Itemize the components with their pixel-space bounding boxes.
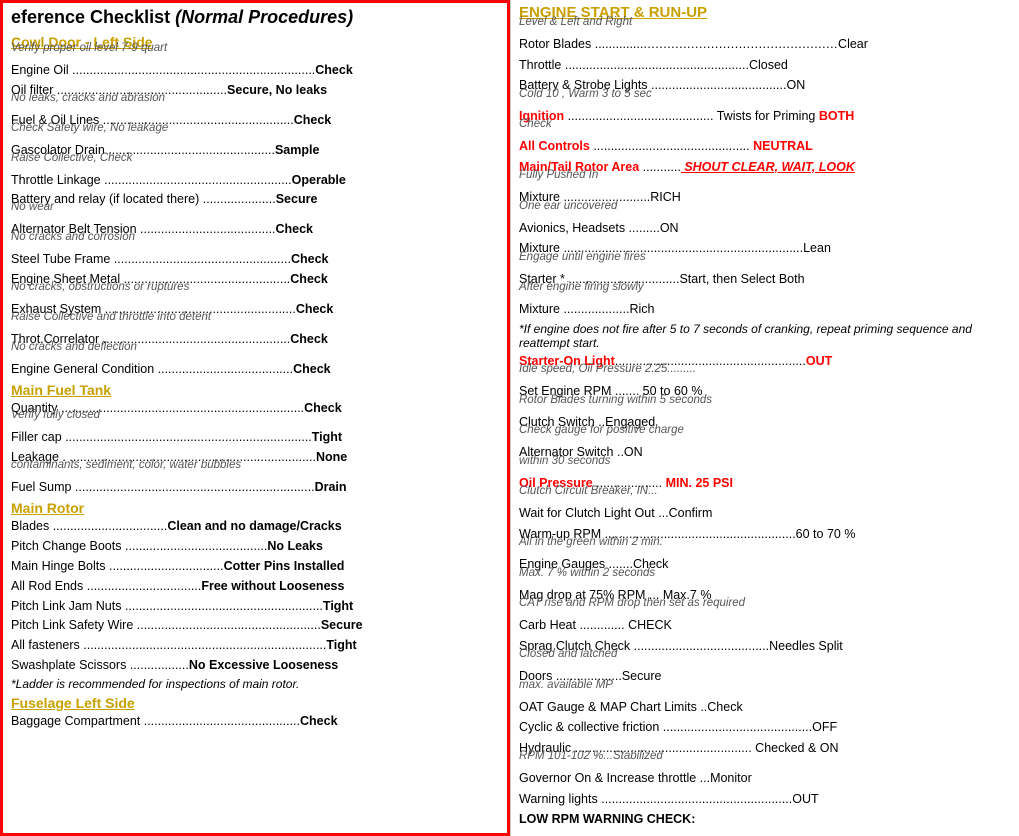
- list-item: max. available MP OAT Gauge & MAP Chart …: [519, 689, 1011, 717]
- item-note: Idle speed, Oil Pressure 2.25.........: [519, 363, 696, 375]
- item-note: No leaks, cracks and abrasion: [11, 92, 165, 104]
- list-item: All Rod Ends ...........................…: [11, 578, 499, 595]
- item-note: Raise Collective and throttle into deten…: [11, 311, 211, 323]
- ladder-note: *Ladder is recommended for inspections o…: [11, 677, 499, 691]
- list-item: Pitch Link Safety Wire .................…: [11, 617, 499, 634]
- item-note: Clutch Circuit Breaker, IN...: [519, 485, 658, 497]
- page-title: eference Checklist (Normal Procedures): [11, 7, 499, 28]
- list-item: All fasteners ..........................…: [11, 637, 499, 654]
- list-item: Raise Collective, Check Throttle Linkage…: [11, 162, 499, 189]
- item-note: Cold 10 , Warm 3 to 5 sec: [519, 88, 652, 100]
- engine-note: *If engine does not fire after 5 to 7 se…: [519, 322, 1011, 350]
- item-note: Check: [519, 118, 552, 130]
- item-note: Max. 7 % within 2 seconds: [519, 567, 655, 579]
- item-note: After engine firing slowly: [519, 281, 644, 293]
- item-note: Verify fully closed: [11, 409, 100, 421]
- item-note: All in the green within 2 min.: [519, 536, 663, 548]
- section-fuselage: Fuselage Left Side: [11, 695, 499, 711]
- list-item: Pitch Change Boots .....................…: [11, 538, 499, 555]
- item-note: Verify proper oil level 7-9 quart: [11, 42, 167, 54]
- item-note: No cracks and corrosion: [11, 231, 135, 243]
- list-item: CAT rise and RPM drop then set as requir…: [519, 607, 1011, 635]
- item-note: Closed and latched: [519, 648, 617, 660]
- item-note: CAT rise and RPM drop then set as requir…: [519, 597, 745, 609]
- cowl-door-items: Verify proper oil level 7-9 quart Engine…: [11, 52, 499, 378]
- item-note: Level & Left and Right: [519, 16, 632, 28]
- item-note: max. available MP: [519, 679, 613, 691]
- right-panel: ENGINE START & RUN-UP Level & Left and R…: [510, 0, 1019, 836]
- list-item: One ear uncovered Avionics, Headsets ...…: [519, 210, 1011, 238]
- fuselage-items: Baggage Compartment ....................…: [11, 713, 499, 730]
- item-note: One ear uncovered: [519, 200, 617, 212]
- list-item: Cyclic & collective friction ...........…: [519, 719, 1011, 737]
- list-item: Warning lights .........................…: [519, 791, 1011, 809]
- section-main-fuel-tank: Main Fuel Tank: [11, 382, 499, 398]
- list-item: Throttle ...............................…: [519, 57, 1011, 75]
- list-item: Check All Controls .....................…: [519, 128, 1011, 156]
- list-item: Pitch Link Jam Nuts ....................…: [11, 598, 499, 615]
- item-note: Check Safety wire, No leakage: [11, 122, 168, 134]
- item-note: Check gauge for positive charge: [519, 424, 684, 436]
- list-item: Blades .................................…: [11, 518, 499, 535]
- list-item: Swashplate Scissors .................No …: [11, 657, 499, 674]
- item-note: No cracks and deflection: [11, 341, 137, 353]
- list-item: Main Hinge Bolts .......................…: [11, 558, 499, 575]
- list-item: No cracks and corrosion Steel Tube Frame…: [11, 241, 499, 268]
- list-item: LOW RPM WARNING CHECK:: [519, 811, 1011, 829]
- fuel-tank-items: Quantity ...............................…: [11, 400, 499, 497]
- list-item: Baggage Compartment ....................…: [11, 713, 499, 730]
- list-item: Verify fully closed Filler cap .........…: [11, 419, 499, 446]
- item-note: No cracks, obstructions or ruptures: [11, 281, 189, 293]
- list-item: After engine firing slowly Mixture .....…: [519, 291, 1011, 319]
- item-note: within 30 seconds: [519, 455, 610, 467]
- item-note: Fully Pushed In: [519, 169, 598, 181]
- list-item: Battery and relay (if located there) ...…: [11, 191, 499, 208]
- item-note: No wear: [11, 201, 54, 213]
- main-rotor-items: Blades .................................…: [11, 518, 499, 674]
- left-panel: eference Checklist (Normal Procedures) C…: [0, 0, 510, 836]
- item-note: Rotor Blades turning within 5 seconds: [519, 394, 712, 406]
- item-note: Engage until engine fires: [519, 251, 646, 263]
- list-item: Cold 10 , Warm 3 to 5 sec Ignition .....…: [519, 98, 1011, 126]
- list-item: Verify proper oil level 7-9 quart Engine…: [11, 52, 499, 79]
- list-item: Clutch Circuit Breaker, IN... Wait for C…: [519, 495, 1011, 523]
- list-item: RPM 101-102 %...Stabilized Governor On &…: [519, 760, 1011, 788]
- item-note: RPM 101-102 %...Stabilized: [519, 750, 663, 762]
- list-item: Level & Left and Right Rotor Blades ....…: [519, 26, 1011, 54]
- main-container: eference Checklist (Normal Procedures) C…: [0, 0, 1019, 836]
- section-main-rotor: Main Rotor: [11, 500, 499, 516]
- item-note: contaminants, sediment, color, water bub…: [11, 459, 241, 471]
- list-item: contaminants, sediment, color, water bub…: [11, 469, 499, 496]
- list-item: No cracks and deflection Engine General …: [11, 351, 499, 378]
- item-note: Raise Collective, Check: [11, 152, 132, 164]
